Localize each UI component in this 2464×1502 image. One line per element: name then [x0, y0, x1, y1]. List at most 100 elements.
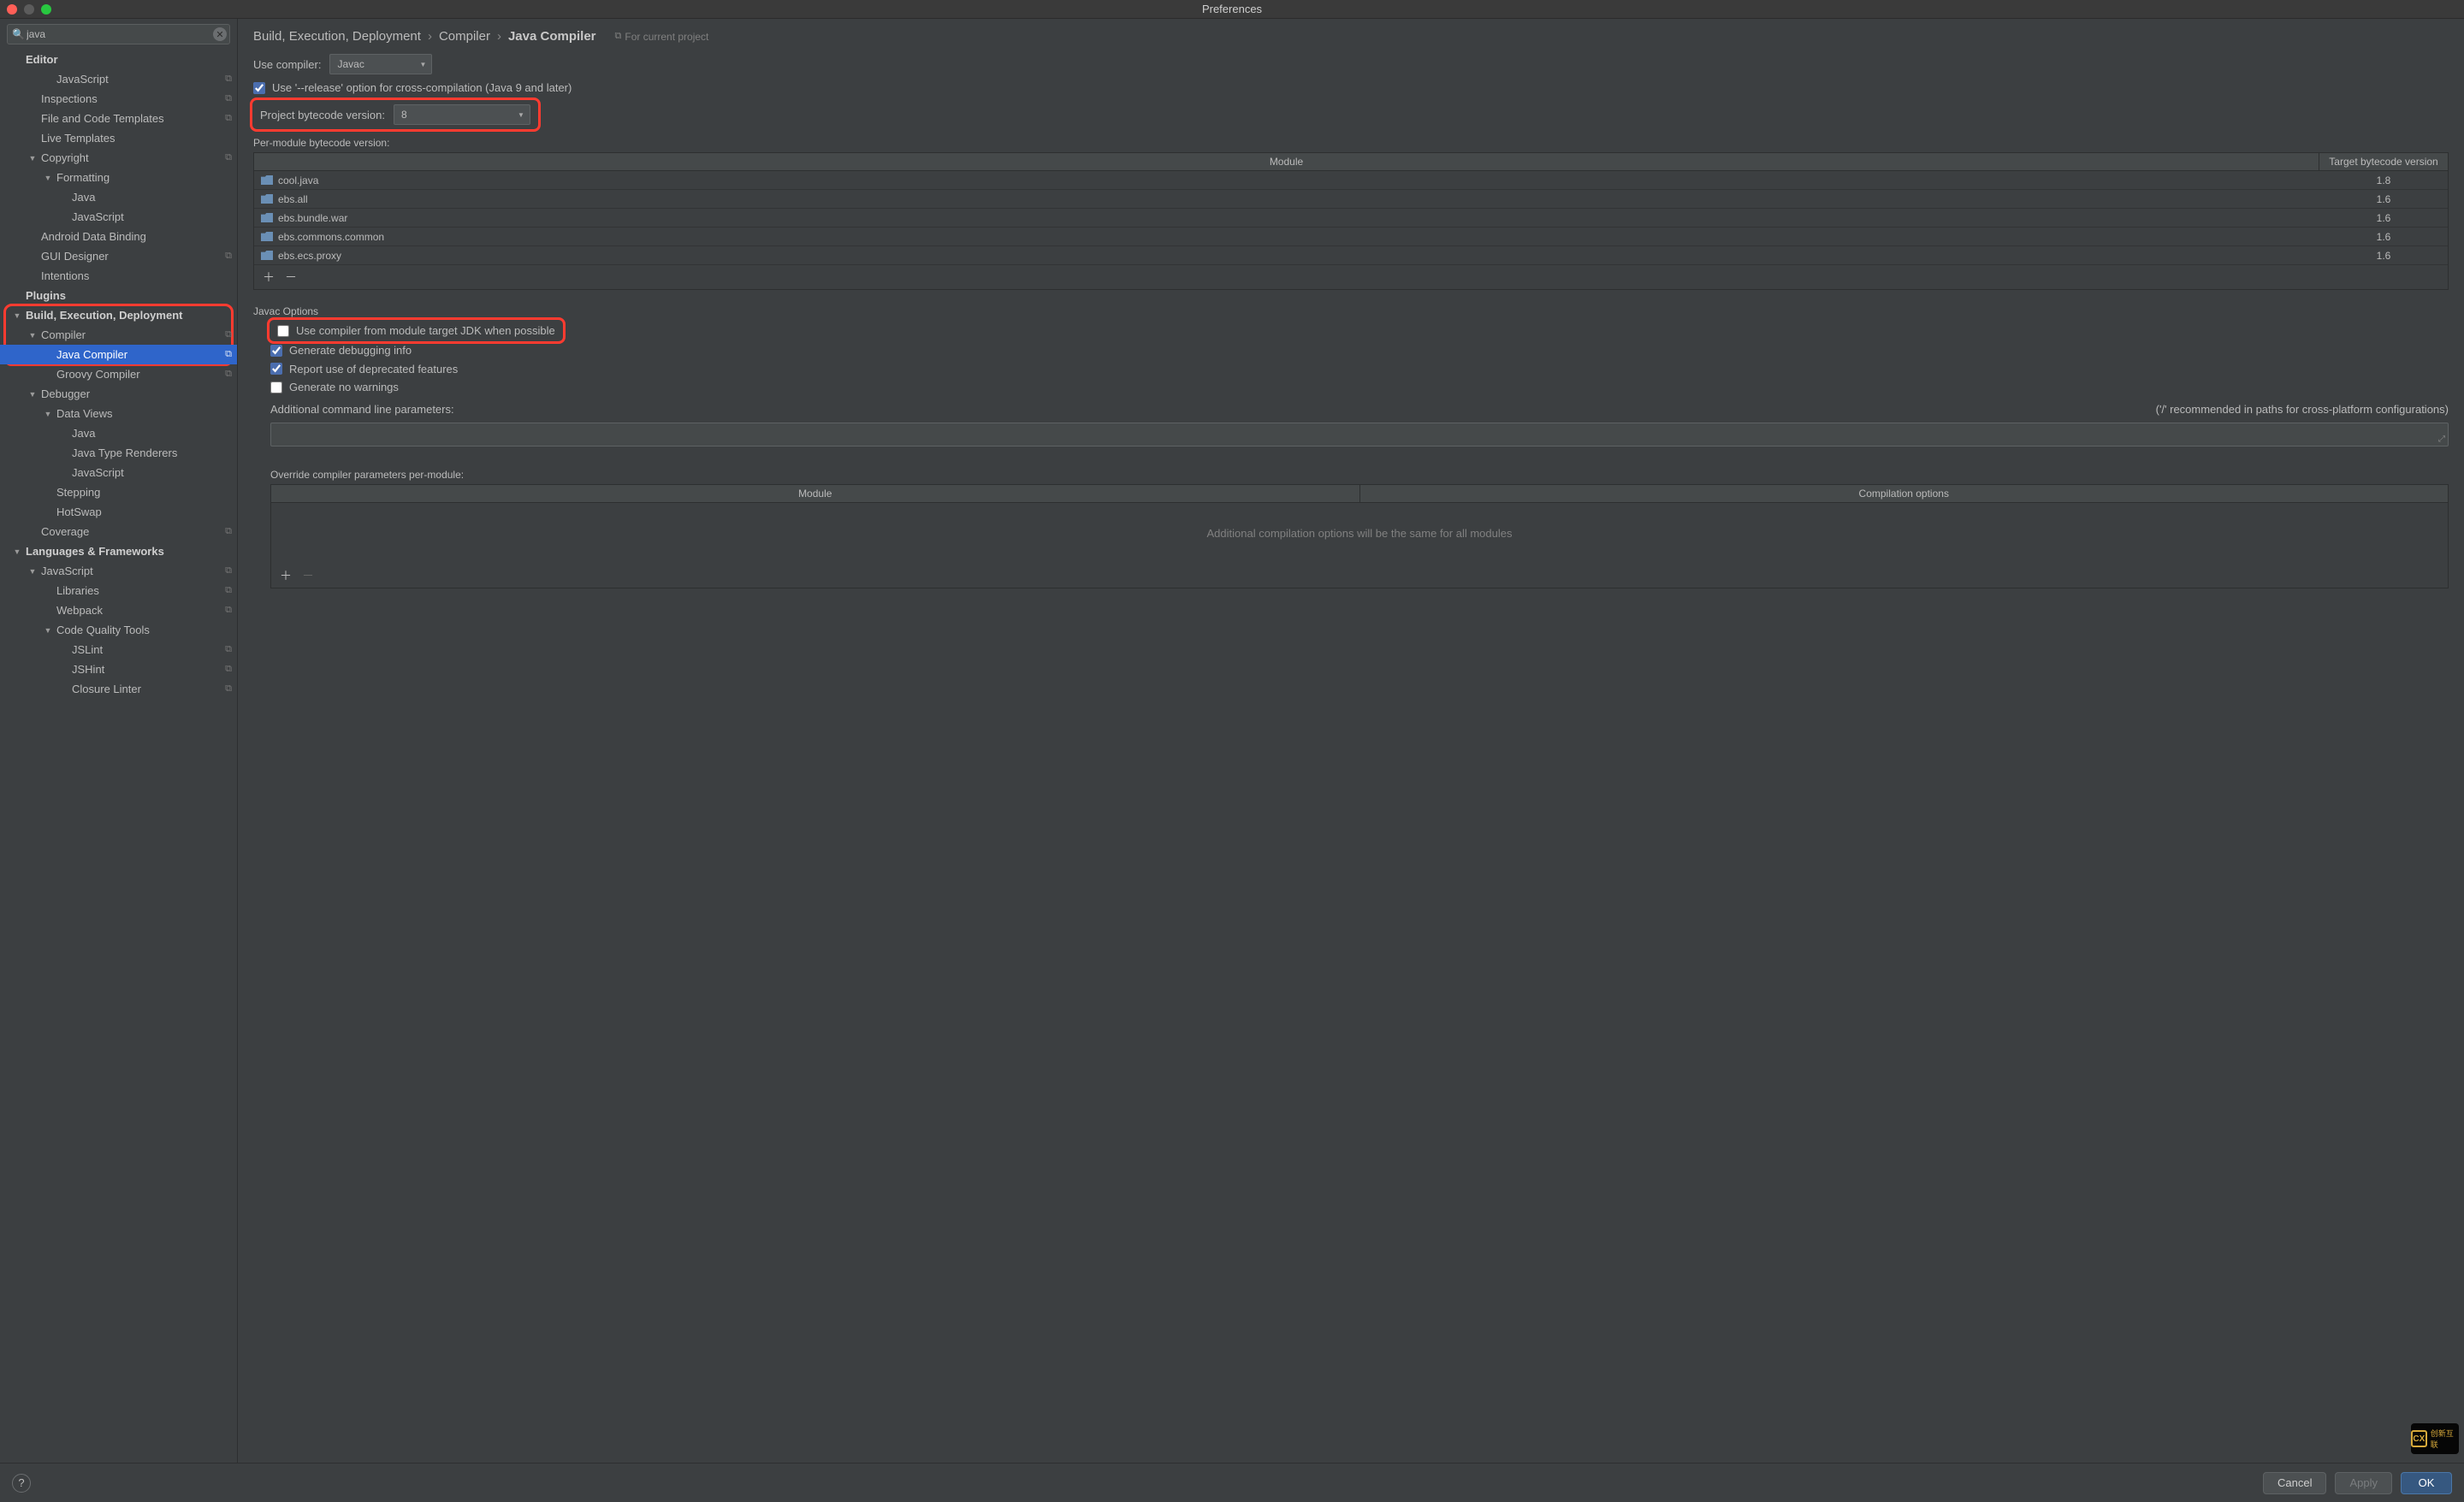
tree-item[interactable]: ▼Build, Execution, Deployment	[0, 305, 237, 325]
search-input[interactable]	[7, 24, 230, 44]
tree-item[interactable]: Java	[0, 423, 237, 443]
tree-item[interactable]: HotSwap	[0, 502, 237, 522]
window-close-icon[interactable]	[7, 4, 17, 15]
override-empty-message: Additional compilation options will be t…	[271, 503, 2448, 564]
target-bytecode-cell[interactable]: 1.6	[2319, 193, 2448, 205]
tree-item[interactable]: Webpack⧉	[0, 600, 237, 620]
disclosure-icon: ▼	[27, 567, 38, 576]
table-row[interactable]: cool.java1.8	[254, 171, 2448, 190]
tree-item[interactable]: Android Data Binding	[0, 227, 237, 246]
project-bytecode-label: Project bytecode version:	[260, 109, 385, 121]
table-header-compilation-options[interactable]: Compilation options	[1360, 485, 2449, 502]
tree-item[interactable]: JavaScript	[0, 207, 237, 227]
table-header-module[interactable]: Module	[254, 153, 2319, 170]
breadcrumb-item[interactable]: Compiler	[439, 29, 490, 44]
project-scope-icon: ⧉	[225, 565, 232, 577]
table-row[interactable]: ebs.all1.6	[254, 190, 2448, 209]
table-header-module[interactable]: Module	[271, 485, 1360, 502]
tree-item-label: Plugins	[26, 289, 232, 302]
ok-button[interactable]: OK	[2401, 1472, 2452, 1494]
folder-icon	[261, 213, 273, 222]
tree-item[interactable]: Plugins	[0, 286, 237, 305]
tree-item[interactable]: Java Type Renderers	[0, 443, 237, 463]
disclosure-icon: ▼	[43, 410, 53, 418]
clear-search-icon[interactable]: ✕	[213, 27, 227, 41]
project-scope-icon: ⧉	[225, 369, 232, 380]
tree-item[interactable]: JSLint⧉	[0, 640, 237, 659]
window-title: Preferences	[0, 3, 2464, 15]
addl-params-input[interactable]: ⤢	[270, 423, 2449, 446]
tree-item-label: JavaScript	[56, 73, 222, 86]
cancel-button[interactable]: Cancel	[2263, 1472, 2326, 1494]
override-per-module-label: Override compiler parameters per-module:	[270, 469, 2449, 481]
settings-tree[interactable]: EditorJavaScript⧉Inspections⧉File and Co…	[0, 50, 237, 1463]
use-compiler-select[interactable]: Javac ▼	[329, 54, 432, 74]
tree-item[interactable]: Groovy Compiler⧉	[0, 364, 237, 384]
javac-option-checkbox[interactable]: Generate no warnings	[270, 381, 399, 393]
table-row[interactable]: ebs.commons.common1.6	[254, 228, 2448, 246]
tree-item[interactable]: Java	[0, 187, 237, 207]
javac-options-header: Javac Options	[253, 305, 2449, 317]
tree-item-label: Languages & Frameworks	[26, 545, 232, 558]
remove-module-icon[interactable]: －	[285, 269, 297, 286]
tree-item[interactable]: ▼Compiler⧉	[0, 325, 237, 345]
target-bytecode-cell[interactable]: 1.6	[2319, 231, 2448, 243]
disclosure-icon: ▼	[43, 174, 53, 182]
disclosure-icon: ▼	[12, 311, 22, 320]
tree-item[interactable]: ▼Debugger	[0, 384, 237, 404]
tree-item[interactable]: JSHint⧉	[0, 659, 237, 679]
window-maximize-icon[interactable]	[41, 4, 51, 15]
table-row[interactable]: ebs.bundle.war 1.6	[254, 209, 2448, 228]
tree-item-label: Java Compiler	[56, 348, 222, 361]
target-bytecode-cell[interactable]: 1.8	[2319, 174, 2448, 186]
tree-item[interactable]: File and Code Templates⧉	[0, 109, 237, 128]
tree-item[interactable]: Intentions	[0, 266, 237, 286]
tree-item[interactable]: Editor	[0, 50, 237, 69]
javac-option-checkbox[interactable]: Generate debugging info	[270, 344, 412, 357]
tree-item[interactable]: Libraries⧉	[0, 581, 237, 600]
release-option-checkbox[interactable]: Use '--release' option for cross-compila…	[253, 81, 572, 94]
target-bytecode-cell[interactable]: 1.6	[2319, 250, 2448, 262]
add-module-icon[interactable]: ＋	[263, 269, 275, 286]
help-button[interactable]: ?	[12, 1474, 31, 1493]
tree-item[interactable]: GUI Designer⧉	[0, 246, 237, 266]
table-row[interactable]: ebs.ecs.proxy1.6	[254, 246, 2448, 265]
project-scope-label: ⧉ For current project	[615, 31, 709, 43]
window-minimize-icon	[24, 4, 34, 15]
add-override-icon[interactable]: ＋	[280, 567, 292, 584]
tree-item[interactable]: JavaScript	[0, 463, 237, 482]
tree-item[interactable]: ▼Data Views	[0, 404, 237, 423]
tree-item[interactable]: ▼Copyright⧉	[0, 148, 237, 168]
tree-item[interactable]: ▼ Languages & Frameworks	[0, 541, 237, 561]
tree-item[interactable]: Stepping	[0, 482, 237, 502]
tree-item[interactable]: Inspections⧉	[0, 89, 237, 109]
project-bytecode-select[interactable]: 8 ▼	[394, 104, 530, 125]
tree-item-label: Intentions	[41, 269, 232, 282]
tree-item[interactable]: ▼Code Quality Tools	[0, 620, 237, 640]
tree-item-label: Closure Linter	[72, 683, 222, 695]
project-scope-icon: ⧉	[225, 644, 232, 655]
breadcrumb-item[interactable]: Build, Execution, Deployment	[253, 29, 421, 44]
tree-item-label: Java	[72, 191, 232, 204]
tree-item[interactable]: Java Compiler⧉	[0, 345, 237, 364]
project-scope-icon: ⧉	[225, 152, 232, 163]
project-scope-icon: ⧉	[225, 585, 232, 596]
disclosure-icon: ▼	[12, 547, 22, 556]
table-header-target[interactable]: Target bytecode version	[2319, 153, 2448, 170]
module-name: ebs.bundle.war	[278, 212, 347, 224]
disclosure-icon: ▼	[43, 626, 53, 635]
tree-item[interactable]: ▼Formatting	[0, 168, 237, 187]
dialog-footer: ? Cancel Apply OK	[0, 1463, 2464, 1502]
javac-option-checkbox[interactable]: Use compiler from module target JDK when…	[277, 324, 555, 337]
tree-item[interactable]: Closure Linter⧉	[0, 679, 237, 699]
tree-item-label: Code Quality Tools	[56, 624, 232, 636]
tree-item[interactable]: ▼JavaScript⧉	[0, 561, 237, 581]
target-bytecode-cell[interactable]: 1.6	[2319, 212, 2448, 224]
addl-params-label: Additional command line parameters:	[270, 403, 454, 416]
expand-field-icon[interactable]: ⤢	[2438, 435, 2445, 444]
tree-item[interactable]: JavaScript⧉	[0, 69, 237, 89]
tree-item-label: Inspections	[41, 92, 222, 105]
tree-item[interactable]: Live Templates	[0, 128, 237, 148]
tree-item[interactable]: Coverage⧉	[0, 522, 237, 541]
javac-option-checkbox[interactable]: Report use of deprecated features	[270, 363, 458, 376]
